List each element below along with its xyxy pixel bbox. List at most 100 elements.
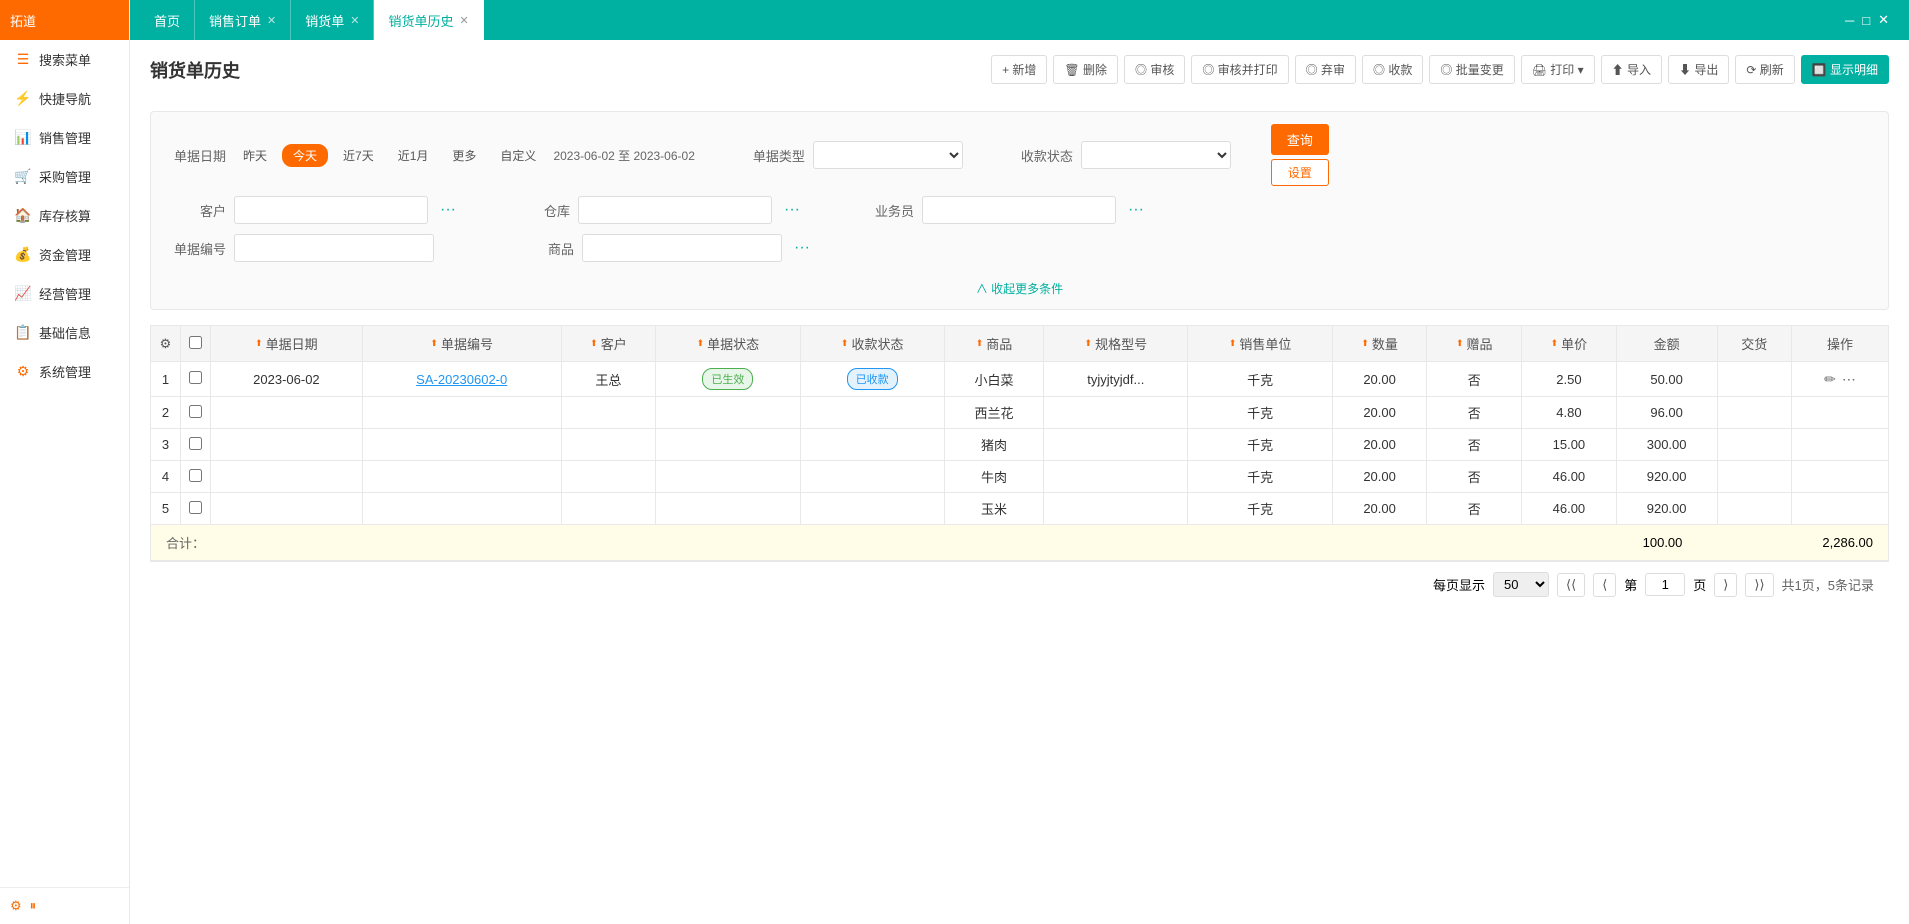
td-paymentstatus — [800, 493, 944, 525]
toolbar-btn-print[interactable]: 🖨 打印 ▾ — [1521, 55, 1595, 84]
toolbar-btn-collect[interactable]: ◎ 收款 — [1362, 55, 1423, 84]
date-btn-yesterday[interactable]: 昨天 — [234, 144, 276, 167]
toolbar-btn-refresh[interactable]: ⟳ 刷新 — [1735, 55, 1794, 84]
row-checkbox-0[interactable] — [189, 371, 202, 384]
th-date[interactable]: ⬆单据日期 — [211, 326, 363, 362]
doc-number-input[interactable] — [234, 234, 434, 262]
minimize-icon[interactable]: ─ — [1845, 13, 1854, 28]
td-number[interactable] — [362, 461, 561, 493]
pause-footer-icon[interactable]: ⏸ — [30, 898, 37, 914]
sidebar-label-finance: 资金管理 — [39, 245, 91, 264]
settings-footer-icon[interactable]: ⚙ — [10, 898, 22, 914]
td-checkbox[interactable] — [181, 461, 211, 493]
maximize-icon[interactable]: □ — [1862, 13, 1870, 28]
tab-sales-order[interactable]: 销售订单✕ — [195, 0, 291, 40]
goods-ellipsis[interactable]: ··· — [790, 239, 814, 257]
td-number[interactable] — [362, 429, 561, 461]
tab-home[interactable]: 首页 — [140, 0, 195, 40]
payment-status-select[interactable] — [1081, 141, 1231, 169]
settings-th-icon[interactable]: ⚙ — [160, 336, 172, 351]
sidebar-item-finance[interactable]: 💰资金管理 — [0, 235, 129, 274]
first-page-btn[interactable]: ⟨⟨ — [1557, 573, 1585, 597]
close-window-icon[interactable]: ✕ — [1878, 12, 1889, 28]
date-btn-1month[interactable]: 近1月 — [389, 144, 438, 167]
tab-close-sales-order[interactable]: ✕ — [267, 14, 276, 27]
sidebar-item-purchase-mgmt[interactable]: 🛒采购管理 — [0, 157, 129, 196]
th-customer[interactable]: ⬆客户 — [561, 326, 656, 362]
customer-input[interactable] — [234, 196, 428, 224]
th-payment-status[interactable]: ⬆收款状态 — [800, 326, 944, 362]
td-checkbox[interactable] — [181, 362, 211, 397]
td-number[interactable] — [362, 493, 561, 525]
select-all-checkbox[interactable] — [189, 336, 202, 349]
sidebar-item-base-info[interactable]: 📋基础信息 — [0, 313, 129, 352]
sidebar-item-operations[interactable]: 📈经营管理 — [0, 274, 129, 313]
th-goods[interactable]: ⬆商品 — [944, 326, 1043, 362]
row-checkbox-2[interactable] — [189, 437, 202, 450]
th-price[interactable]: ⬆单价 — [1522, 326, 1617, 362]
th-settings[interactable]: ⚙ — [151, 326, 181, 362]
td-number[interactable]: SA-20230602-0 — [362, 362, 561, 397]
doc-type-select[interactable] — [813, 141, 963, 169]
th-unit[interactable]: ⬆销售单位 — [1188, 326, 1332, 362]
toolbar-btn-show-detail[interactable]: 🔲 显示明细 — [1801, 55, 1889, 84]
tab-close-sales-history[interactable]: ✕ — [460, 14, 469, 27]
sidebar-item-inventory[interactable]: 🏠库存核算 — [0, 196, 129, 235]
page-input[interactable] — [1645, 573, 1685, 596]
td-price: 46.00 — [1522, 493, 1617, 525]
sidebar-item-quick-nav[interactable]: ⚡快捷导航 — [0, 79, 129, 118]
toolbar-btn-delete[interactable]: 🗑 删除 — [1053, 55, 1118, 84]
prev-page-btn[interactable]: ⟨ — [1593, 573, 1616, 597]
date-btn-7days[interactable]: 近7天 — [334, 144, 383, 167]
th-number[interactable]: ⬆单据编号 — [362, 326, 561, 362]
tab-sales-history[interactable]: 销货单历史 ✕ — [374, 0, 483, 40]
toolbar-btn-add[interactable]: + 新增 — [991, 55, 1047, 84]
toolbar-btn-abandon[interactable]: ◎ 弃审 — [1295, 55, 1356, 84]
table-row: 4牛肉千克20.00否46.00920.00 — [151, 461, 1889, 493]
action-more-0[interactable]: ⋯ — [1842, 371, 1856, 387]
query-button[interactable]: 查询 — [1271, 124, 1329, 155]
last-page-btn[interactable]: ⟩⟩ — [1745, 573, 1773, 597]
th-gift[interactable]: ⬆赠品 — [1427, 326, 1522, 362]
salesperson-ellipsis[interactable]: ··· — [1124, 201, 1148, 219]
th-spec[interactable]: ⬆规格型号 — [1044, 326, 1188, 362]
tab-label-home: 首页 — [154, 11, 180, 30]
warehouse-input[interactable] — [578, 196, 772, 224]
tab-label-sales-history: 销货单历史 — [388, 11, 453, 30]
toolbar-btn-import[interactable]: ⬆ 导入 — [1601, 55, 1662, 84]
td-checkbox[interactable] — [181, 493, 211, 525]
date-btn-today[interactable]: 今天 — [282, 144, 328, 167]
per-page-select[interactable]: 50 100 — [1493, 572, 1549, 597]
date-btn-more[interactable]: 更多 — [443, 144, 485, 167]
row-checkbox-4[interactable] — [189, 501, 202, 514]
main-content: 首页销售订单✕销货单✕销货单历史✕ ─ □ ✕ 销货单历史 + 新增🗑 删除◎ … — [130, 0, 1909, 924]
sidebar-item-sys-mgmt[interactable]: ⚙系统管理 — [0, 352, 129, 391]
tab-sales-goods[interactable]: 销货单✕ — [291, 0, 374, 40]
tab-close-sales-goods[interactable]: ✕ — [350, 14, 359, 27]
date-options-group: 昨天 今天 近7天 近1月 更多 自定义 — [234, 144, 545, 167]
sidebar-item-search-menu[interactable]: ☰搜索菜单 — [0, 40, 129, 79]
td-checkbox[interactable] — [181, 429, 211, 461]
td-number[interactable] — [362, 397, 561, 429]
toolbar-btn-review[interactable]: ◎ 审核 — [1124, 55, 1185, 84]
th-qty[interactable]: ⬆数量 — [1332, 326, 1427, 362]
doc-link-0[interactable]: SA-20230602-0 — [416, 372, 507, 387]
toolbar-btn-review-print[interactable]: ◎ 审核并打印 — [1191, 55, 1288, 84]
row-checkbox-3[interactable] — [189, 469, 202, 482]
next-page-btn[interactable]: ⟩ — [1714, 573, 1737, 597]
goods-input[interactable] — [582, 234, 782, 262]
set-button[interactable]: 设置 — [1271, 159, 1329, 186]
sidebar-item-sales-mgmt[interactable]: 📊销售管理 — [0, 118, 129, 157]
collapse-btn[interactable]: ∧ 收起更多条件 — [976, 280, 1063, 297]
row-checkbox-1[interactable] — [189, 405, 202, 418]
toolbar-btn-export[interactable]: ⬇ 导出 — [1668, 55, 1729, 84]
date-btn-custom[interactable]: 自定义 — [491, 144, 545, 167]
salesperson-input[interactable] — [922, 196, 1116, 224]
action-edit-0[interactable]: ✏ — [1824, 371, 1836, 387]
data-table: ⚙ ⬆单据日期 ⬆单据编号 ⬆客户 ⬆单据状态 ⬆收款状态 ⬆商品 ⬆规格型号 … — [150, 325, 1889, 525]
toolbar-btn-batch-change[interactable]: ◎ 批量变更 — [1429, 55, 1514, 84]
th-doc-status[interactable]: ⬆单据状态 — [656, 326, 800, 362]
warehouse-ellipsis[interactable]: ··· — [780, 201, 804, 219]
customer-ellipsis[interactable]: ··· — [436, 201, 460, 219]
td-checkbox[interactable] — [181, 397, 211, 429]
